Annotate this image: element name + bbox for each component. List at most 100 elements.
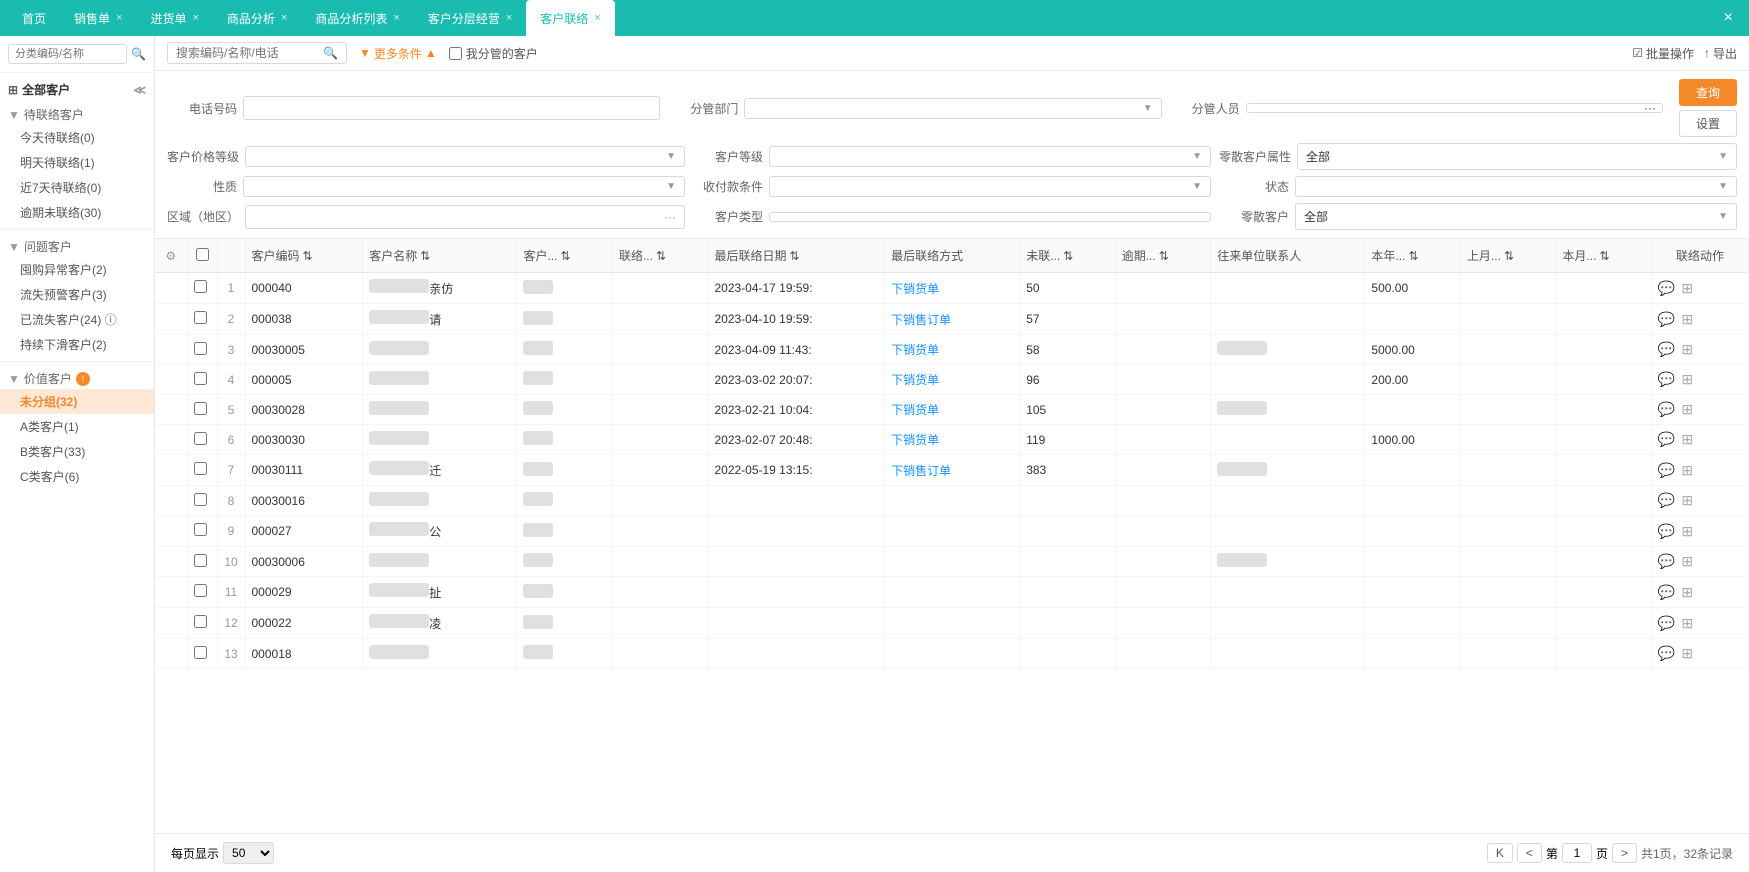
field-payment-select[interactable]: ▼	[769, 176, 1211, 197]
sidebar-item-today[interactable]: 今天待联络(0)	[0, 125, 154, 150]
select-all-checkbox[interactable]	[196, 248, 209, 261]
field-phone-input[interactable]	[243, 96, 660, 120]
search-button-icon[interactable]: 🔍	[323, 46, 338, 60]
field-customer-tier-select[interactable]: ▼	[769, 146, 1211, 167]
search-input[interactable]	[176, 46, 323, 60]
action-grid-icon[interactable]: ⊞	[1681, 492, 1693, 509]
action-chat-icon[interactable]: 💬	[1658, 492, 1675, 509]
row-checkbox[interactable]	[194, 311, 207, 324]
goods-analysis-list-tab-close[interactable]: ×	[393, 12, 399, 24]
row-checkbox[interactable]	[194, 280, 207, 293]
row-checkbox[interactable]	[194, 523, 207, 536]
purchase-tab-close[interactable]: ×	[192, 12, 198, 24]
prev-page-btn[interactable]: <	[1517, 843, 1542, 863]
col-this-year[interactable]: 本年...⇅	[1365, 239, 1461, 273]
action-chat-icon[interactable]: 💬	[1658, 371, 1675, 388]
page-number-input[interactable]	[1562, 843, 1592, 863]
action-chat-icon[interactable]: 💬	[1658, 584, 1675, 601]
action-grid-icon[interactable]: ⊞	[1681, 280, 1693, 297]
gear-icon[interactable]: ⚙	[161, 249, 181, 263]
field-customer-type-select[interactable]	[769, 212, 1211, 222]
field-manager-select[interactable]: ···	[1246, 103, 1663, 113]
contact-method-link[interactable]: 下销货单	[891, 343, 939, 357]
col-overdue[interactable]: 逾期...⇅	[1115, 239, 1211, 273]
more-conditions-btn[interactable]: ▼ 更多条件 ▲	[359, 45, 437, 62]
field-retail-customer-select[interactable]: 全部 ▼	[1295, 203, 1737, 230]
export-btn[interactable]: ↑ 导出	[1704, 45, 1737, 62]
col-no-contact[interactable]: 未联...⇅	[1020, 239, 1116, 273]
action-grid-icon[interactable]: ⊞	[1681, 523, 1693, 540]
tab-customer-tier[interactable]: 客户分层经营 ×	[414, 0, 526, 36]
group-value-customers[interactable]: ▼ 价值客户 !	[0, 366, 154, 389]
my-customers-checkbox-wrap[interactable]: 我分管的客户	[449, 45, 538, 62]
col-company-contact[interactable]: 往来单位联系人	[1211, 239, 1365, 273]
contact-method-link[interactable]: 下销货单	[891, 282, 939, 296]
col-this-month[interactable]: 本月...⇅	[1556, 239, 1652, 273]
field-price-tier-select[interactable]: ▼	[245, 146, 685, 167]
reset-button[interactable]: 设置	[1679, 110, 1737, 137]
sales-tab-close[interactable]: ×	[116, 12, 122, 24]
goods-analysis-tab-close[interactable]: ×	[281, 12, 287, 24]
tab-sales[interactable]: 销售单 ×	[60, 0, 136, 36]
col-customer-code[interactable]: 客户编码⇅	[245, 239, 363, 273]
row-checkbox[interactable]	[194, 372, 207, 385]
all-customers-title[interactable]: ⊞ 全部客户 ≪	[0, 73, 154, 102]
field-dept-select[interactable]: ▼	[744, 98, 1161, 119]
row-checkbox[interactable]	[194, 462, 207, 475]
sidebar-item-7days[interactable]: 近7天待联络(0)	[0, 175, 154, 200]
sidebar-item-c-class[interactable]: C类客户(6)	[0, 464, 154, 489]
next-page-btn[interactable]: >	[1612, 843, 1637, 863]
action-chat-icon[interactable]: 💬	[1658, 280, 1675, 297]
sidebar-search-icon[interactable]: 🔍	[131, 47, 146, 61]
action-grid-icon[interactable]: ⊞	[1681, 401, 1693, 418]
col-last-contact-method[interactable]: 最后联络方式	[885, 239, 1020, 273]
contact-method-link[interactable]: 下销售订单	[891, 313, 951, 327]
col-customer-name[interactable]: 客户名称⇅	[363, 239, 517, 273]
tab-purchase[interactable]: 进货单 ×	[136, 0, 212, 36]
field-region-select[interactable]: ···	[245, 205, 685, 229]
row-checkbox[interactable]	[194, 584, 207, 597]
action-chat-icon[interactable]: 💬	[1658, 311, 1675, 328]
customer-contact-tab-close[interactable]: ×	[594, 12, 600, 24]
action-grid-icon[interactable]: ⊞	[1681, 371, 1693, 388]
field-retail-attr-select[interactable]: 全部 ▼	[1297, 143, 1737, 170]
tab-customer-contact[interactable]: 客户联络 ×	[526, 0, 614, 36]
my-customers-checkbox[interactable]	[449, 47, 462, 60]
sidebar-item-lost[interactable]: 已流失客户(24) ⓘ	[0, 307, 154, 332]
action-grid-icon[interactable]: ⊞	[1681, 645, 1693, 662]
row-checkbox[interactable]	[194, 646, 207, 659]
tab-goods-analysis-list[interactable]: 商品分析列表 ×	[301, 0, 413, 36]
sidebar-item-b-class[interactable]: B类客户(33)	[0, 439, 154, 464]
col-last-month[interactable]: 上月...⇅	[1460, 239, 1556, 273]
batch-op-btn[interactable]: ☑ 批量操作	[1632, 45, 1694, 62]
group-problem-customers[interactable]: ▼ 问题客户	[0, 234, 154, 257]
group-pending-contact[interactable]: ▼ 待联络客户	[0, 102, 154, 125]
row-checkbox[interactable]	[194, 493, 207, 506]
contact-method-link[interactable]: 下销售订单	[891, 464, 951, 478]
col-contact[interactable]: 联络...⇅	[612, 239, 708, 273]
sidebar-item-hoarding[interactable]: 囤购异常客户(2)	[0, 257, 154, 282]
action-grid-icon[interactable]: ⊞	[1681, 553, 1693, 570]
action-chat-icon[interactable]: 💬	[1658, 462, 1675, 479]
sidebar-item-loss-warning[interactable]: 流失预警客户(3)	[0, 282, 154, 307]
sidebar-search-input[interactable]	[8, 44, 127, 64]
action-chat-icon[interactable]: 💬	[1658, 523, 1675, 540]
row-checkbox[interactable]	[194, 432, 207, 445]
action-grid-icon[interactable]: ⊞	[1681, 341, 1693, 358]
action-chat-icon[interactable]: 💬	[1658, 431, 1675, 448]
field-status-select[interactable]: ▼	[1295, 176, 1737, 197]
sidebar-collapse-btn[interactable]: ≪	[133, 83, 146, 97]
contact-method-link[interactable]: 下销货单	[891, 433, 939, 447]
tab-goods-analysis[interactable]: 商品分析 ×	[213, 0, 301, 36]
action-chat-icon[interactable]: 💬	[1658, 401, 1675, 418]
sidebar-item-declining[interactable]: 持续下滑客户(2)	[0, 332, 154, 357]
col-customer-type[interactable]: 客户...⇅	[517, 239, 613, 273]
action-grid-icon[interactable]: ⊞	[1681, 311, 1693, 328]
sidebar-item-a-class[interactable]: A类客户(1)	[0, 414, 154, 439]
action-chat-icon[interactable]: 💬	[1658, 615, 1675, 632]
row-checkbox[interactable]	[194, 615, 207, 628]
sidebar-item-overdue[interactable]: 逾期未联络(30)	[0, 200, 154, 225]
row-checkbox[interactable]	[194, 342, 207, 355]
contact-method-link[interactable]: 下销货单	[891, 373, 939, 387]
action-chat-icon[interactable]: 💬	[1658, 645, 1675, 662]
